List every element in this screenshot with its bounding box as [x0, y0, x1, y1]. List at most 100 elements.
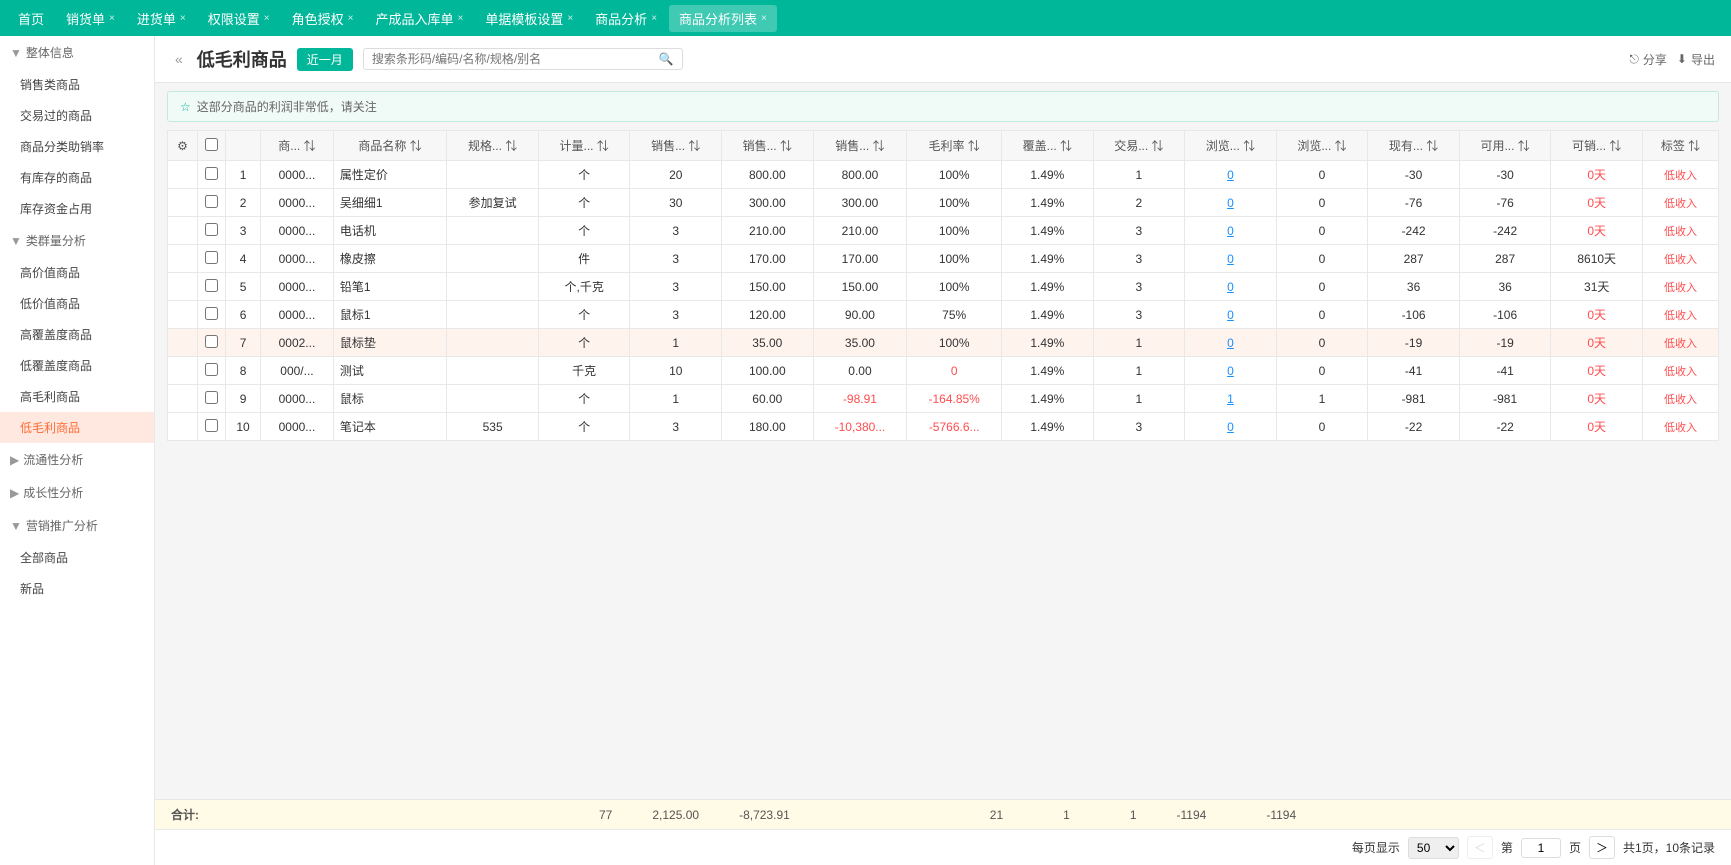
nav-close-product-analysis-list[interactable]: ×: [761, 13, 767, 24]
row-checkbox-0[interactable]: [205, 167, 218, 180]
prev-page-btn[interactable]: ＜: [1467, 836, 1493, 859]
sidebar-group-overall[interactable]: ▼ 整体信息: [0, 36, 154, 69]
row-checkbox-2[interactable]: [205, 223, 218, 236]
cell-views1[interactable]: 0: [1185, 217, 1277, 245]
cell-checkbox[interactable]: [198, 385, 226, 413]
sidebar-item-new-products[interactable]: 新品: [0, 573, 154, 604]
cell-checkbox[interactable]: [198, 329, 226, 357]
select-all-checkbox[interactable]: [205, 138, 218, 151]
row-checkbox-6[interactable]: [205, 335, 218, 348]
cell-name[interactable]: 吴细细1: [333, 189, 447, 217]
col-coverage[interactable]: 覆盖... ⇅: [1002, 131, 1094, 161]
cell-name[interactable]: 鼠标: [333, 385, 447, 413]
cell-name[interactable]: 笔记本: [333, 413, 447, 441]
cell-checkbox[interactable]: [198, 273, 226, 301]
row-checkbox-7[interactable]: [205, 363, 218, 376]
filter-recent-month-btn[interactable]: 近一月: [297, 48, 353, 71]
col-current-stock[interactable]: 现有... ⇅: [1368, 131, 1460, 161]
cell-checkbox[interactable]: [198, 357, 226, 385]
col-tag[interactable]: 标签 ⇅: [1642, 131, 1718, 161]
sidebar-item-stock-capital[interactable]: 库存资金占用: [0, 193, 154, 224]
cell-checkbox[interactable]: [198, 217, 226, 245]
sidebar-item-low-coverage[interactable]: 低覆盖度商品: [0, 350, 154, 381]
cell-name[interactable]: 鼠标垫: [333, 329, 447, 357]
col-code[interactable]: 商... ⇅: [261, 131, 334, 161]
row-checkbox-9[interactable]: [205, 419, 218, 432]
settings-icon[interactable]: ⚙: [177, 139, 188, 153]
page-size-select[interactable]: 50 100 200: [1408, 837, 1459, 859]
cell-views1[interactable]: 0: [1185, 357, 1277, 385]
sidebar-item-sales-products[interactable]: 销售类商品: [0, 69, 154, 100]
cell-views1[interactable]: 0: [1185, 301, 1277, 329]
row-checkbox-5[interactable]: [205, 307, 218, 320]
col-unit[interactable]: 计量... ⇅: [538, 131, 630, 161]
sidebar-item-all-products[interactable]: 全部商品: [0, 542, 154, 573]
col-settings[interactable]: ⚙: [168, 131, 198, 161]
cell-name[interactable]: 电话机: [333, 217, 447, 245]
cell-name[interactable]: 测试: [333, 357, 447, 385]
nav-product-analysis-list[interactable]: 商品分析列表 ×: [669, 5, 777, 32]
nav-close-product-analysis[interactable]: ×: [651, 13, 657, 24]
nav-purchase[interactable]: 进货单 ×: [127, 5, 196, 32]
search-icon[interactable]: 🔍: [659, 52, 674, 66]
nav-home[interactable]: 首页: [8, 5, 54, 32]
sidebar-item-high-value[interactable]: 高价值商品: [0, 257, 154, 288]
col-name[interactable]: 商品名称 ⇅: [333, 131, 447, 161]
nav-close-purchase[interactable]: ×: [180, 13, 186, 24]
cell-views1[interactable]: 1: [1185, 385, 1277, 413]
sidebar-item-traded-products[interactable]: 交易过的商品: [0, 100, 154, 131]
sidebar-item-high-coverage[interactable]: 高覆盖度商品: [0, 319, 154, 350]
cell-name[interactable]: 橡皮擦: [333, 245, 447, 273]
sidebar-group-flow[interactable]: ▶ 流通性分析: [0, 443, 154, 476]
cell-views1[interactable]: 0: [1185, 329, 1277, 357]
sidebar-group-growth[interactable]: ▶ 成长性分析: [0, 476, 154, 509]
cell-checkbox[interactable]: [198, 413, 226, 441]
col-sales-qty[interactable]: 销售... ⇅: [630, 131, 722, 161]
nav-product-analysis[interactable]: 商品分析 ×: [585, 5, 667, 32]
col-sellable[interactable]: 可销... ⇅: [1551, 131, 1643, 161]
cell-checkbox[interactable]: [198, 301, 226, 329]
sidebar-item-stock-products[interactable]: 有库存的商品: [0, 162, 154, 193]
row-checkbox-3[interactable]: [205, 251, 218, 264]
nav-close-product-entry[interactable]: ×: [457, 13, 463, 24]
cell-views1[interactable]: 0: [1185, 273, 1277, 301]
sidebar-item-category-sales[interactable]: 商品分类助销率: [0, 131, 154, 162]
cell-checkbox[interactable]: [198, 161, 226, 189]
cell-views1[interactable]: 0: [1185, 161, 1277, 189]
share-btn[interactable]: ⎋ 分享: [1629, 51, 1667, 68]
nav-close-sales[interactable]: ×: [109, 13, 115, 24]
nav-product-entry[interactable]: 产成品入库单 ×: [365, 5, 473, 32]
nav-close-template[interactable]: ×: [567, 13, 573, 24]
nav-roles[interactable]: 角色授权 ×: [282, 5, 364, 32]
cell-name[interactable]: 属性定价: [333, 161, 447, 189]
cell-name[interactable]: 铅笔1: [333, 273, 447, 301]
nav-sales[interactable]: 销货单 ×: [56, 5, 125, 32]
sidebar-item-low-margin[interactable]: 低毛利商品: [0, 412, 154, 443]
col-views1[interactable]: 浏览... ⇅: [1185, 131, 1277, 161]
col-sales-amount[interactable]: 销售... ⇅: [813, 131, 907, 161]
nav-permissions[interactable]: 权限设置 ×: [198, 5, 280, 32]
export-btn[interactable]: ⬇ 导出: [1677, 51, 1715, 68]
col-spec[interactable]: 规格... ⇅: [447, 131, 539, 161]
sidebar-item-high-margin[interactable]: 高毛利商品: [0, 381, 154, 412]
sidebar-group-marketing[interactable]: ▼ 营销推广分析: [0, 509, 154, 542]
sidebar-group-cluster[interactable]: ▼ 类群量分析: [0, 224, 154, 257]
col-gross-margin[interactable]: 毛利率 ⇅: [907, 131, 1002, 161]
cell-views1[interactable]: 0: [1185, 413, 1277, 441]
nav-close-roles[interactable]: ×: [348, 13, 354, 24]
cell-views1[interactable]: 0: [1185, 189, 1277, 217]
nav-close-permissions[interactable]: ×: [264, 13, 270, 24]
cell-views1[interactable]: 0: [1185, 245, 1277, 273]
cell-name[interactable]: 鼠标1: [333, 301, 447, 329]
col-sales-price[interactable]: 销售... ⇅: [722, 131, 814, 161]
row-checkbox-4[interactable]: [205, 279, 218, 292]
next-page-btn[interactable]: ＞: [1589, 836, 1615, 859]
row-checkbox-1[interactable]: [205, 195, 218, 208]
col-transactions[interactable]: 交易... ⇅: [1093, 131, 1185, 161]
collapse-sidebar-btn[interactable]: «: [171, 51, 187, 67]
nav-template[interactable]: 单据模板设置 ×: [475, 5, 583, 32]
page-input[interactable]: [1521, 838, 1561, 858]
row-checkbox-8[interactable]: [205, 391, 218, 404]
sidebar-item-low-value[interactable]: 低价值商品: [0, 288, 154, 319]
search-input[interactable]: [372, 52, 659, 66]
